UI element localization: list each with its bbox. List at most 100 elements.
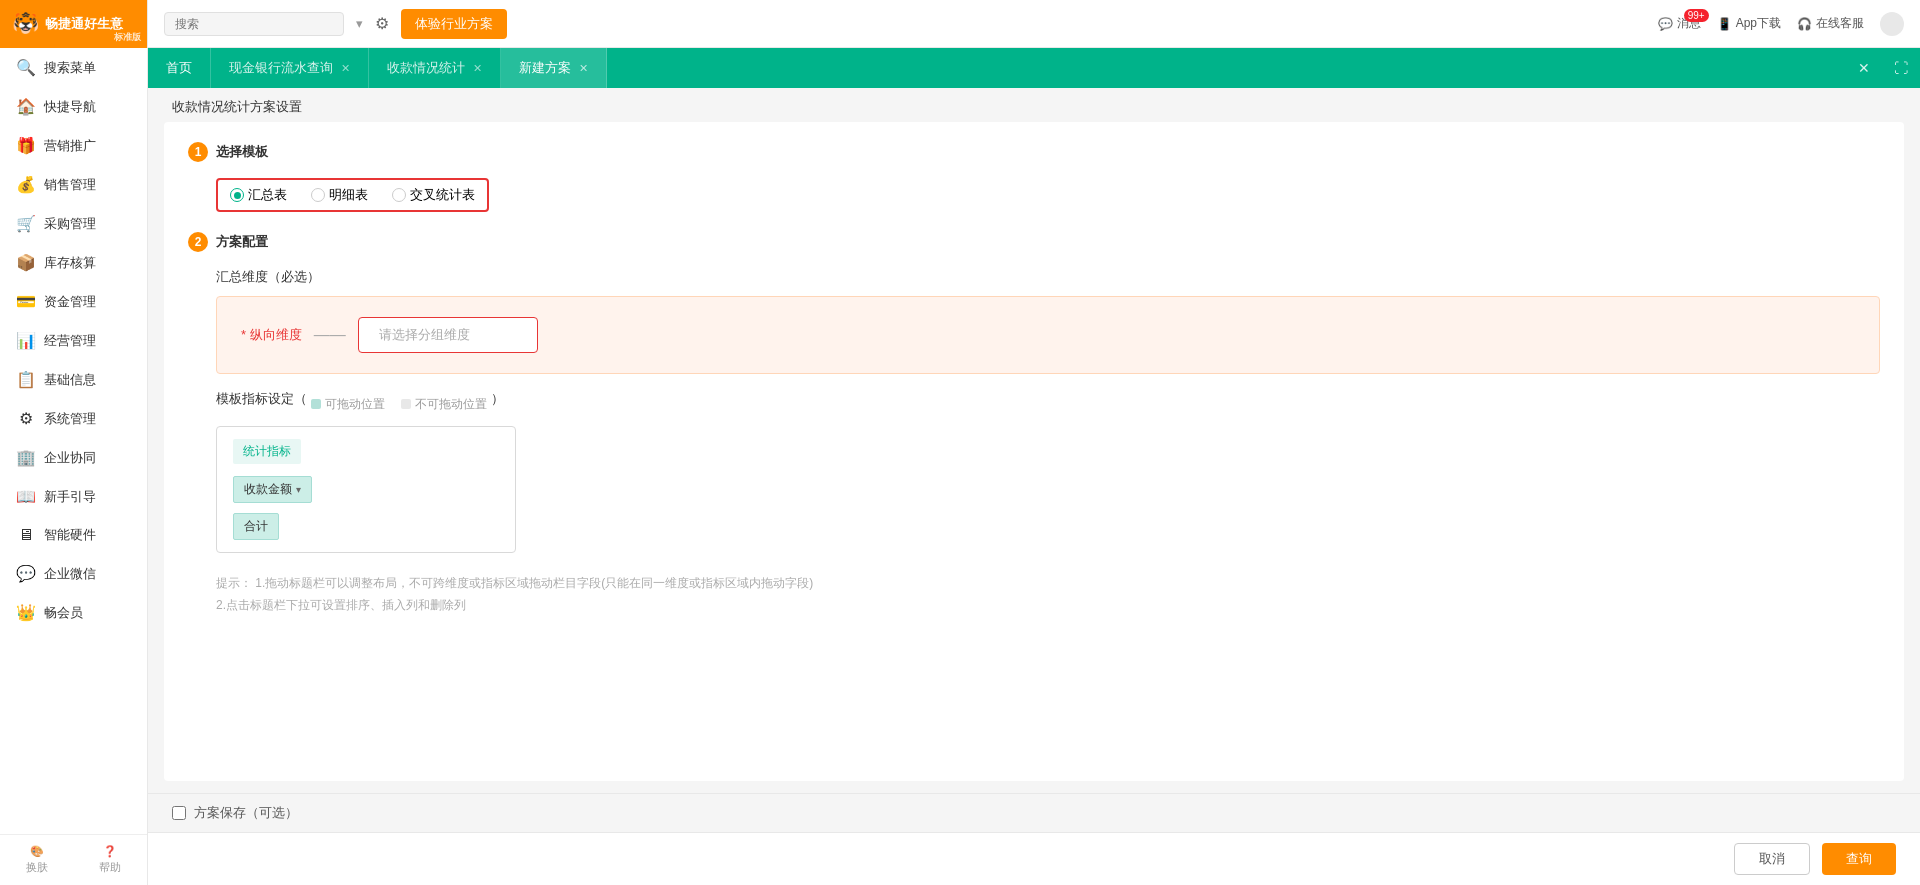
step1-number: 1	[188, 142, 208, 162]
sidebar-item-label: 搜索菜单	[44, 59, 96, 77]
metrics-label: 模板指标设定（	[216, 390, 307, 408]
sidebar-item-wechat[interactable]: 💬 企业微信	[0, 554, 147, 593]
radio-cross-label: 交叉统计表	[410, 186, 475, 204]
draggable-dot	[311, 399, 321, 409]
tab-receipt[interactable]: 收款情况统计 ✕	[369, 48, 501, 88]
help-button[interactable]: ❓ 帮助	[99, 845, 121, 875]
sidebar-item-nav[interactable]: 🏠 快捷导航	[0, 87, 147, 126]
step2-header: 2 方案配置	[188, 232, 1880, 252]
sidebar-item-hardware[interactable]: 🖥 智能硬件	[0, 516, 147, 554]
user-avatar	[1880, 12, 1904, 36]
save-checkbox[interactable]	[172, 806, 186, 820]
fixed-dot	[401, 399, 411, 409]
settings-icon[interactable]: ⚙	[375, 14, 389, 33]
download-label: App下载	[1736, 15, 1781, 32]
tip-line1: 提示： 1.拖动标题栏可以调整布局，不可跨维度或指标区域拖动栏目字段(只能在同一…	[216, 573, 1880, 595]
sidebar-item-label: 经营管理	[44, 332, 96, 350]
search-icon: 🔍	[16, 58, 36, 77]
sidebar-item-label: 新手引导	[44, 488, 96, 506]
sidebar-item-basic[interactable]: 📋 基础信息	[0, 360, 147, 399]
skin-button[interactable]: 🎨 换肤	[26, 845, 48, 875]
radio-cross[interactable]: 交叉统计表	[392, 186, 475, 204]
sidebar-item-guide[interactable]: 📖 新手引导	[0, 477, 147, 516]
header-right: 💬 消息 99+ 📱 App下载 🎧 在线客服	[1658, 12, 1904, 36]
radio-cross-circle	[392, 188, 406, 202]
radio-summary-circle	[230, 188, 244, 202]
sidebar-item-purchase[interactable]: 🛒 采购管理	[0, 204, 147, 243]
chart-icon: 📊	[16, 331, 36, 350]
skin-label: 换肤	[26, 860, 48, 875]
tab-home-label: 首页	[166, 59, 192, 77]
clipboard-icon: 📋	[16, 370, 36, 389]
tab-new-plan[interactable]: 新建方案 ✕	[501, 48, 607, 88]
dimension-label-text: 汇总维度（必选）	[216, 269, 320, 284]
metrics-label-close: ）	[491, 390, 504, 408]
sidebar-logo: 🐯 畅捷通好生意 标准版	[0, 0, 147, 48]
metric-total-label: 合计	[244, 518, 268, 535]
card-icon: 💳	[16, 292, 36, 311]
tab-bank-close[interactable]: ✕	[341, 62, 350, 75]
dimension-arrow-icon: ——	[314, 326, 346, 344]
industry-button[interactable]: 体验行业方案	[401, 9, 507, 39]
sidebar-item-label: 资金管理	[44, 293, 96, 311]
legend-fixed: 不可拖动位置	[401, 396, 487, 413]
tip-line2: 2.点击标题栏下拉可设置排序、插入列和删除列	[216, 595, 1880, 617]
top-header: ▾ ⚙ 体验行业方案 💬 消息 99+ 📱 App下载 🎧 在线客服	[148, 0, 1920, 48]
tab-close-all-button[interactable]: ✕	[1846, 48, 1882, 88]
sidebar-item-system[interactable]: ⚙ 系统管理	[0, 399, 147, 438]
page-footer: 方案保存（可选）	[148, 793, 1920, 832]
logo-icon: 🐯	[12, 11, 39, 37]
sidebar-item-sales[interactable]: 💰 销售管理	[0, 165, 147, 204]
notification-badge: 99+	[1684, 9, 1709, 22]
book-icon: 📖	[16, 487, 36, 506]
gift-icon: 🎁	[16, 136, 36, 155]
sidebar-item-finance[interactable]: 💳 资金管理	[0, 282, 147, 321]
step2-body: 汇总维度（必选） * 纵向维度 —— 请选择分组维度 模板指标设定（	[216, 268, 1880, 616]
step2-number: 2	[188, 232, 208, 252]
dimension-select[interactable]: 请选择分组维度	[358, 317, 538, 353]
service-label: 在线客服	[1816, 15, 1864, 32]
tab-new-plan-label: 新建方案	[519, 59, 571, 77]
sidebar-item-operations[interactable]: 📊 经营管理	[0, 321, 147, 360]
content-area: 收款情况统计方案设置 1 选择模板 汇总表 明细表	[148, 88, 1920, 885]
radio-summary[interactable]: 汇总表	[230, 186, 287, 204]
gear-sidebar-icon: ⚙	[16, 409, 36, 428]
cart-icon: 🛒	[16, 214, 36, 233]
query-button[interactable]: 查询	[1822, 843, 1896, 875]
sidebar-item-inventory[interactable]: 📦 库存核算	[0, 243, 147, 282]
sidebar-item-label: 快捷导航	[44, 98, 96, 116]
help-label: 帮助	[99, 860, 121, 875]
tab-bar: 首页 现金银行流水查询 ✕ 收款情况统计 ✕ 新建方案 ✕ ✕ ⛶	[148, 48, 1920, 88]
service-button[interactable]: 🎧 在线客服	[1797, 15, 1864, 32]
download-button[interactable]: 📱 App下载	[1717, 15, 1781, 32]
tab-fullscreen-button[interactable]: ⛶	[1882, 48, 1920, 88]
legend-draggable: 可拖动位置	[311, 396, 385, 413]
sidebar-item-enterprise[interactable]: 🏢 企业协同	[0, 438, 147, 477]
metric-chip-amount[interactable]: 收款金额 ▾	[233, 476, 312, 503]
sidebar-item-label: 企业微信	[44, 565, 96, 583]
draggable-label: 可拖动位置	[325, 396, 385, 413]
metric-chip-label: 收款金额	[244, 481, 292, 498]
tab-receipt-close[interactable]: ✕	[473, 62, 482, 75]
home-icon: 🏠	[16, 97, 36, 116]
service-icon: 🎧	[1797, 17, 1812, 31]
box-icon: 📦	[16, 253, 36, 272]
search-input[interactable]	[164, 12, 344, 36]
sidebar-item-marketing[interactable]: 🎁 营销推广	[0, 126, 147, 165]
radio-detail-circle	[311, 188, 325, 202]
dropdown-icon[interactable]: ▾	[356, 16, 363, 31]
radio-detail[interactable]: 明细表	[311, 186, 368, 204]
notification-button[interactable]: 💬 消息 99+	[1658, 15, 1701, 32]
tips-section: 提示： 1.拖动标题栏可以调整布局，不可跨维度或指标区域拖动栏目字段(只能在同一…	[216, 573, 1880, 616]
tab-bank[interactable]: 现金银行流水查询 ✕	[211, 48, 369, 88]
tab-new-plan-close[interactable]: ✕	[579, 62, 588, 75]
tab-bank-label: 现金银行流水查询	[229, 59, 333, 77]
tab-home[interactable]: 首页	[148, 48, 211, 88]
message-icon: 💬	[1658, 17, 1673, 31]
cancel-button[interactable]: 取消	[1734, 843, 1810, 875]
dimension-label: 汇总维度（必选）	[216, 268, 1880, 286]
sidebar-item-member[interactable]: 👑 畅会员	[0, 593, 147, 632]
sidebar-item-search[interactable]: 🔍 搜索菜单	[0, 48, 147, 87]
step1-title: 选择模板	[216, 143, 268, 161]
user-info[interactable]	[1880, 12, 1904, 36]
